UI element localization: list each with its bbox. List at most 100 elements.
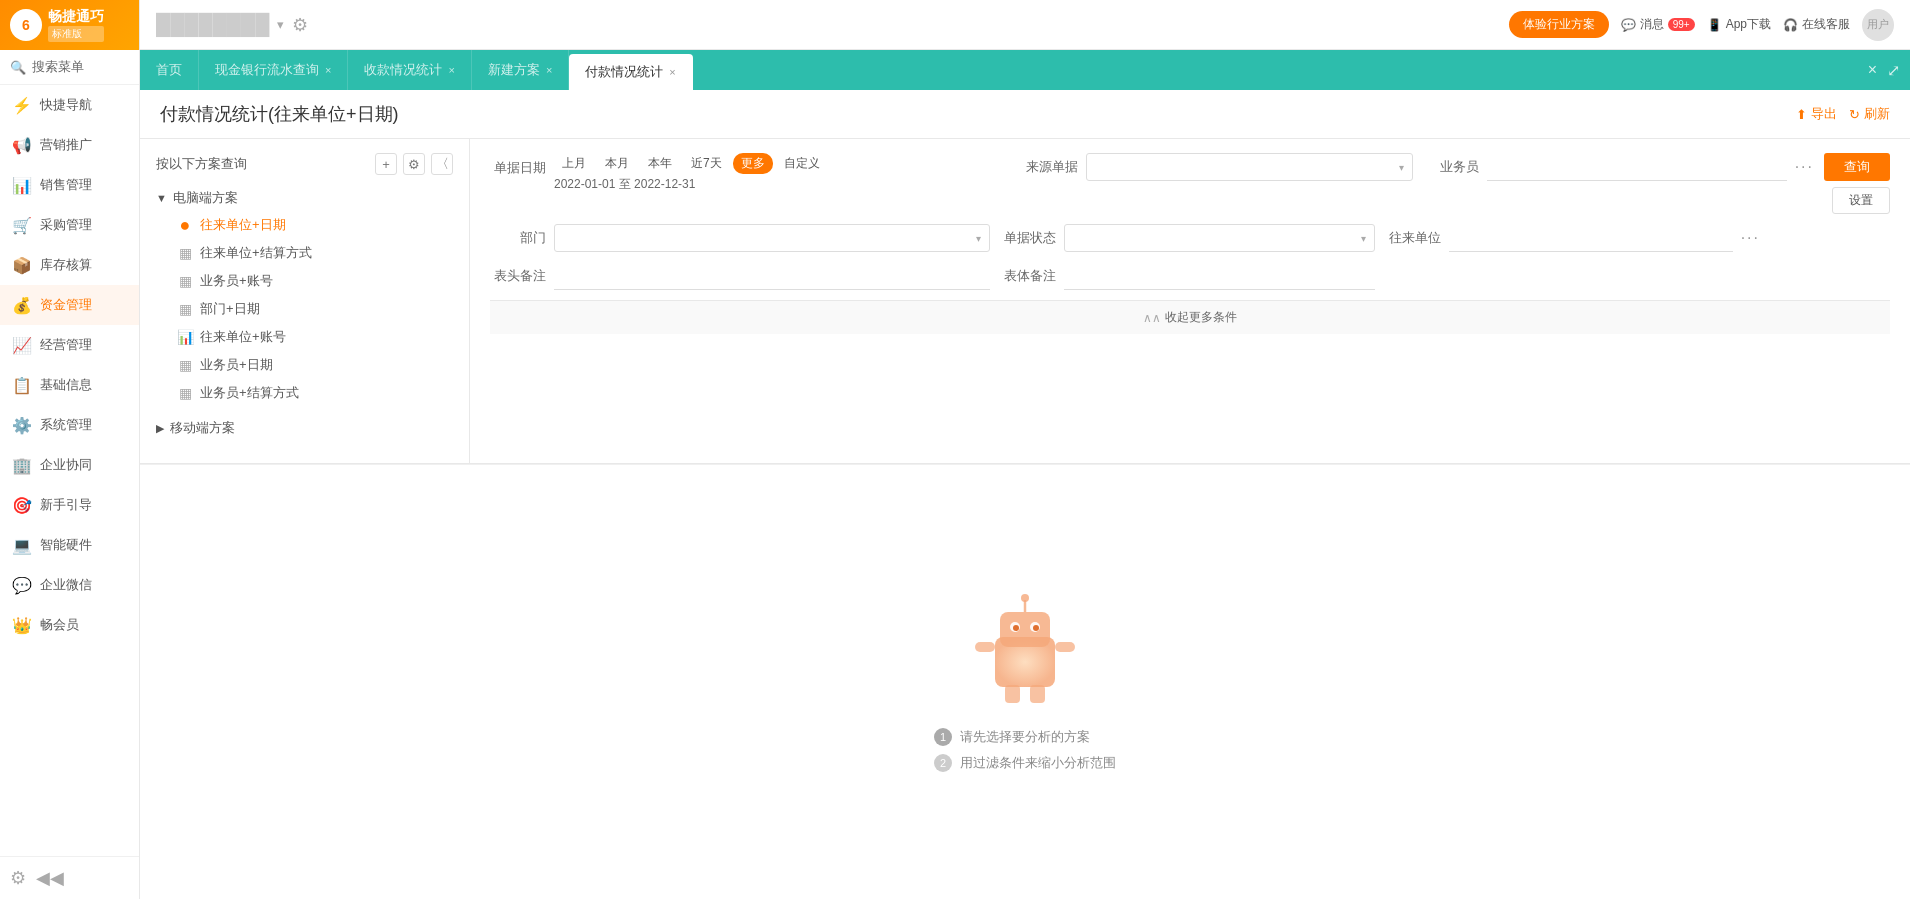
- sidebar-item-guide[interactable]: 🎯 新手引导: [0, 485, 139, 525]
- scheme-item-label: 业务员+结算方式: [200, 384, 299, 402]
- sidebar-item-quick-nav[interactable]: ⚡ 快捷导航: [0, 85, 139, 125]
- settings-footer-icon[interactable]: ⚙: [10, 867, 26, 889]
- tab-collection-stats[interactable]: 收款情况统计 ×: [348, 50, 471, 90]
- tab-new-scheme-close[interactable]: ×: [546, 64, 552, 76]
- scheme-item-label: 往来单位+结算方式: [200, 244, 312, 262]
- source-select[interactable]: ▾: [1086, 153, 1413, 181]
- scheme-item-staff-settle[interactable]: ▦ 业务员+结算方式: [156, 379, 453, 407]
- sidebar-item-marketing[interactable]: 📢 营销推广: [0, 125, 139, 165]
- query-btn[interactable]: 查询: [1824, 153, 1890, 181]
- sidebar-item-finance[interactable]: 💰 资金管理: [0, 285, 139, 325]
- tab-payment-stats[interactable]: 付款情况统计 ×: [569, 54, 692, 90]
- app-download-btn[interactable]: 📱 App下载: [1707, 16, 1771, 33]
- tab-cash-flow-close[interactable]: ×: [325, 64, 331, 76]
- export-btn[interactable]: ⬆ 导出: [1796, 105, 1837, 123]
- search-icon: 🔍: [10, 60, 26, 75]
- date-field: 单据日期 上月 本月 本年 近7天 更多 自定义 2022-01-01 至 20…: [490, 153, 1012, 193]
- scheme-icon-6: ▦: [176, 356, 194, 374]
- settings-scheme-btn[interactable]: ⚙: [403, 153, 425, 175]
- scheme-item-unit-date[interactable]: ● 往来单位+日期: [156, 211, 453, 239]
- avatar[interactable]: 用户: [1862, 9, 1894, 41]
- tab-new-scheme[interactable]: 新建方案 ×: [472, 50, 569, 90]
- tab-cash-flow[interactable]: 现金银行流水查询 ×: [199, 50, 348, 90]
- mobile-scheme-group: ▶ 移动端方案: [156, 415, 453, 441]
- sidebar-item-system[interactable]: ⚙️ 系统管理: [0, 405, 139, 445]
- try-btn[interactable]: 体验行业方案: [1509, 11, 1609, 38]
- sidebar-item-operations[interactable]: 📈 经营管理: [0, 325, 139, 365]
- sidebar-item-basic-info[interactable]: 📋 基础信息: [0, 365, 139, 405]
- message-btn[interactable]: 💬 消息 99+: [1621, 16, 1695, 33]
- logo-icon: 6: [10, 9, 42, 41]
- collapse-sidebar-icon[interactable]: ◀◀: [36, 867, 64, 889]
- related-unit-input[interactable]: [1449, 231, 1733, 245]
- voucher-status-select[interactable]: ▾: [1064, 224, 1375, 252]
- date-btn-more[interactable]: 更多: [733, 153, 773, 174]
- refresh-btn[interactable]: ↻ 刷新: [1849, 105, 1890, 123]
- related-unit-field: 往来单位 ···: [1385, 224, 1760, 252]
- wechat-icon: 💬: [12, 575, 32, 595]
- collapse-bar[interactable]: ∧∧ 收起更多条件: [490, 300, 1890, 334]
- scheme-item-label: 往来单位+日期: [200, 216, 286, 234]
- sidebar-search[interactable]: 🔍 搜索菜单: [0, 50, 139, 85]
- header-note-input[interactable]: [554, 262, 990, 289]
- online-service-label: 在线客服: [1802, 16, 1850, 33]
- sidebar-item-purchase[interactable]: 🛒 采购管理: [0, 205, 139, 245]
- staff-input[interactable]: [1487, 160, 1787, 174]
- settings-btn[interactable]: 设置: [1832, 187, 1890, 214]
- content-area: 付款情况统计(往来单位+日期) ⬆ 导出 ↻ 刷新 按以下方案查询 +: [140, 90, 1910, 899]
- body-note-input-area: [1064, 262, 1375, 290]
- online-service-btn[interactable]: 🎧 在线客服: [1783, 16, 1850, 33]
- related-unit-dots-btn[interactable]: ···: [1741, 229, 1760, 247]
- dept-chevron-icon: ▾: [976, 233, 981, 244]
- sidebar-item-label: 系统管理: [40, 416, 92, 434]
- topbar-settings-icon[interactable]: ⚙: [292, 14, 308, 36]
- staff-dots-btn[interactable]: ···: [1795, 158, 1814, 176]
- date-btn-last-month[interactable]: 上月: [554, 153, 594, 174]
- date-btn-custom[interactable]: 自定义: [776, 153, 828, 174]
- tab-collection-stats-close[interactable]: ×: [448, 64, 454, 76]
- scheme-icon-5: 📊: [176, 328, 194, 346]
- date-btn-7days[interactable]: 近7天: [683, 153, 730, 174]
- body-note-label: 表体备注: [1000, 267, 1056, 285]
- empty-state: 1 请先选择要分析的方案 2 用过滤条件来缩小分析范围: [934, 592, 1116, 772]
- tab-close-all-icon[interactable]: ×: [1868, 61, 1877, 79]
- page-header: 付款情况统计(往来单位+日期) ⬆ 导出 ↻ 刷新: [140, 90, 1910, 139]
- mobile-group-header[interactable]: ▶ 移动端方案: [156, 415, 453, 441]
- scheme-item-unit-settle[interactable]: ▦ 往来单位+结算方式: [156, 239, 453, 267]
- scheme-item-staff-account[interactable]: ▦ 业务员+账号: [156, 267, 453, 295]
- tab-payment-stats-label: 付款情况统计: [585, 63, 663, 81]
- scheme-item-dept-date[interactable]: ▦ 部门+日期: [156, 295, 453, 323]
- header-note-input-area: [554, 262, 990, 290]
- body-note-input[interactable]: [1064, 262, 1375, 289]
- topbar-chevron-icon[interactable]: ▾: [277, 17, 284, 32]
- empty-steps: 1 请先选择要分析的方案 2 用过滤条件来缩小分析范围: [934, 728, 1116, 772]
- vip-icon: 👑: [12, 615, 32, 635]
- tab-home[interactable]: 首页: [140, 50, 199, 90]
- desktop-group-header[interactable]: ▼ 电脑端方案: [156, 185, 453, 211]
- sidebar-item-hardware[interactable]: 💻 智能硬件: [0, 525, 139, 565]
- tab-payment-stats-close[interactable]: ×: [669, 66, 675, 78]
- sidebar-item-enterprise[interactable]: 🏢 企业协同: [0, 445, 139, 485]
- export-label: 导出: [1811, 105, 1837, 123]
- scheme-item-staff-date[interactable]: ▦ 业务员+日期: [156, 351, 453, 379]
- sidebar-header: 6 畅捷通巧 标准版: [0, 0, 139, 50]
- collapse-scheme-btn[interactable]: 〈: [431, 153, 453, 175]
- add-scheme-btn[interactable]: +: [375, 153, 397, 175]
- svg-point-7: [1021, 594, 1029, 602]
- sidebar-item-label: 资金管理: [40, 296, 92, 314]
- date-btn-row: 上月 本月 本年 近7天 更多 自定义: [554, 153, 828, 174]
- date-btn-this-month[interactable]: 本月: [597, 153, 637, 174]
- sidebar-item-inventory[interactable]: 📦 库存核算: [0, 245, 139, 285]
- date-btn-this-year[interactable]: 本年: [640, 153, 680, 174]
- service-icon: 🎧: [1783, 18, 1798, 32]
- dept-select[interactable]: ▾: [554, 224, 990, 252]
- topbar-left: ████████ ▾ ⚙: [156, 13, 308, 36]
- sidebar-item-sales[interactable]: 📊 销售管理: [0, 165, 139, 205]
- scheme-item-unit-account[interactable]: 📊 往来单位+账号: [156, 323, 453, 351]
- sidebar-item-wechat[interactable]: 💬 企业微信: [0, 565, 139, 605]
- quick-nav-icon: ⚡: [12, 95, 32, 115]
- sidebar-logo-area: 畅捷通巧 标准版: [48, 8, 104, 42]
- svg-rect-8: [975, 642, 995, 652]
- sidebar-item-vip[interactable]: 👑 畅会员: [0, 605, 139, 645]
- tab-expand-icon[interactable]: ⤢: [1887, 61, 1900, 80]
